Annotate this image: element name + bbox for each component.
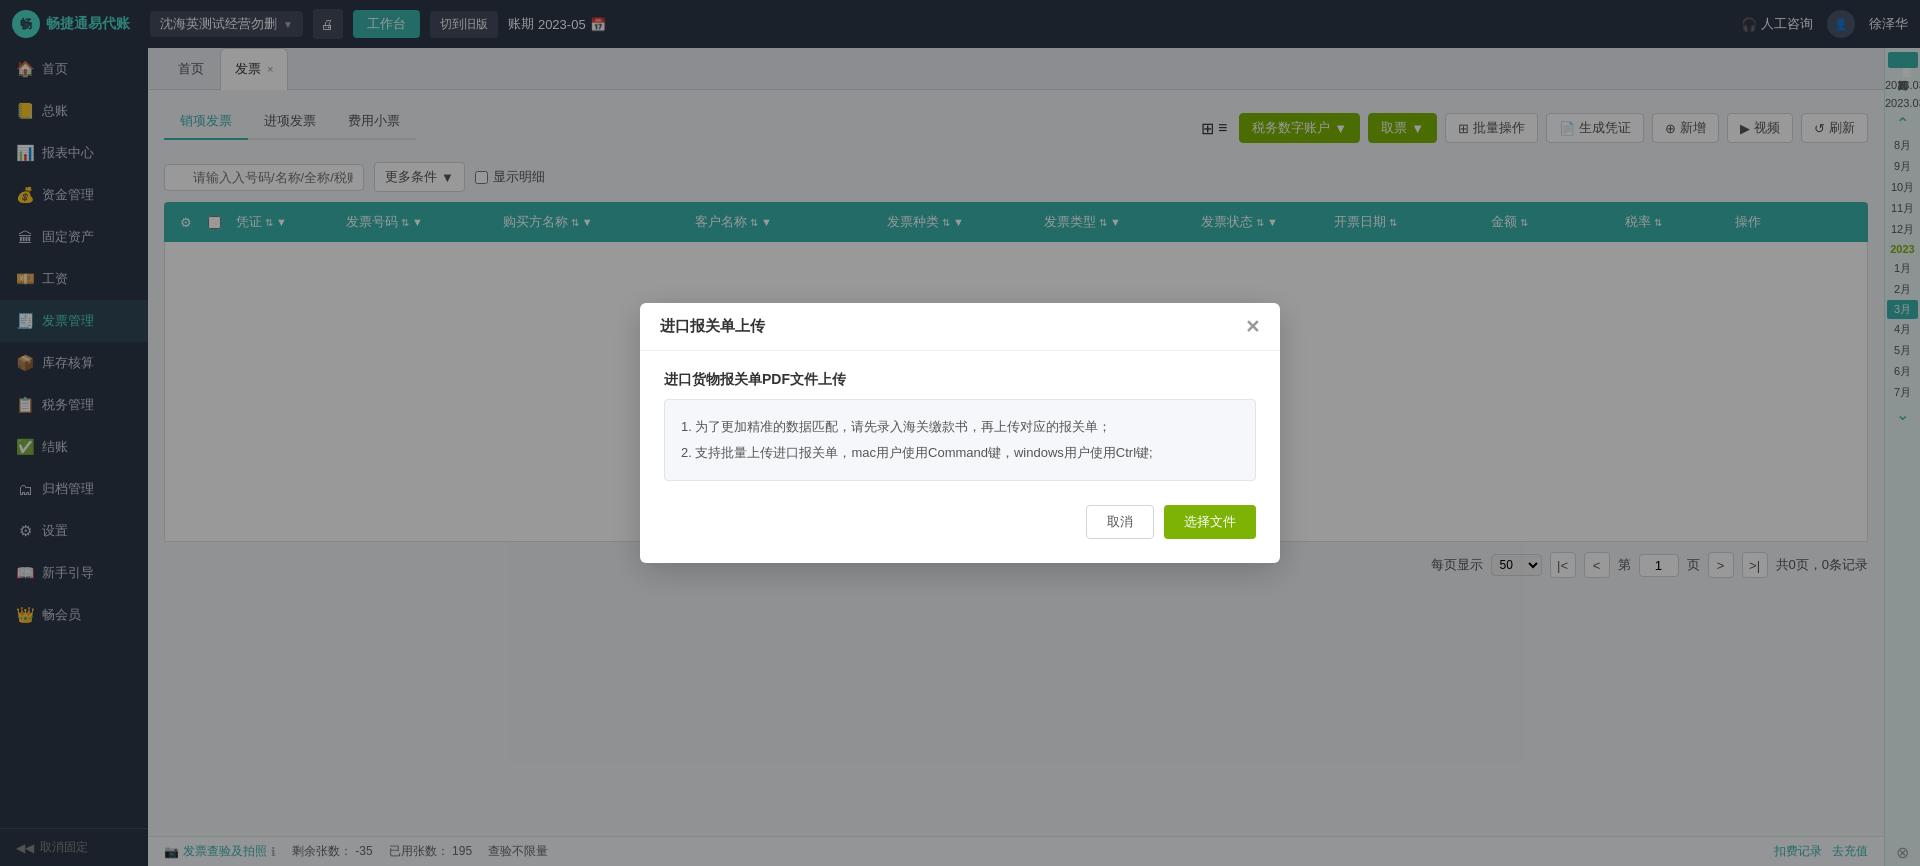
dialog-close-button[interactable]: ✕ — [1245, 318, 1260, 336]
cancel-button[interactable]: 取消 — [1086, 505, 1154, 539]
dialog-header: 进口报关单上传 ✕ — [640, 303, 1280, 351]
choose-file-button[interactable]: 选择文件 — [1164, 505, 1256, 539]
dialog-overlay: 进口报关单上传 ✕ 进口货物报关单PDF文件上传 1. 为了更加精准的数据匹配，… — [0, 0, 1920, 866]
dialog-info-line-2: 2. 支持批量上传进口报关单，mac用户使用Command键，windows用户… — [681, 440, 1239, 466]
dialog-info-box: 1. 为了更加精准的数据匹配，请先录入海关缴款书，再上传对应的报关单； 2. 支… — [664, 399, 1256, 481]
dialog-footer: 取消 选择文件 — [664, 501, 1256, 539]
dialog-info-line-1: 1. 为了更加精准的数据匹配，请先录入海关缴款书，再上传对应的报关单； — [681, 414, 1239, 440]
dialog-content-title: 进口货物报关单PDF文件上传 — [664, 371, 1256, 389]
dialog-title: 进口报关单上传 — [660, 317, 765, 336]
dialog-body: 进口货物报关单PDF文件上传 1. 为了更加精准的数据匹配，请先录入海关缴款书，… — [640, 351, 1280, 563]
import-customs-dialog: 进口报关单上传 ✕ 进口货物报关单PDF文件上传 1. 为了更加精准的数据匹配，… — [640, 303, 1280, 563]
